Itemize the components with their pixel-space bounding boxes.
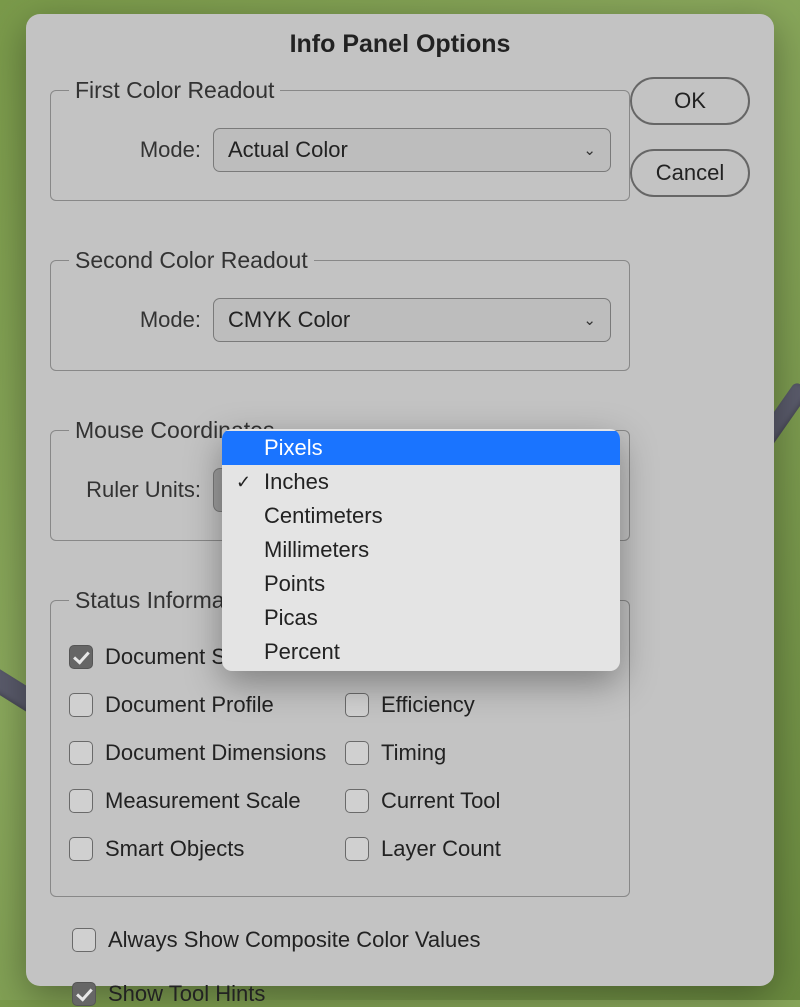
status-label: Measurement Scale <box>105 788 301 814</box>
status-checkbox[interactable] <box>69 741 93 765</box>
status-checkbox[interactable] <box>69 837 93 861</box>
status-checkbox[interactable] <box>345 741 369 765</box>
second-mode-select[interactable]: CMYK Color ⌄ <box>213 298 611 342</box>
ruler-units-dropdown: Pixels✓InchesCentimetersMillimetersPoint… <box>222 429 620 671</box>
dropdown-item[interactable]: Points <box>222 567 620 601</box>
first-color-readout-group: First Color Readout Mode: Actual Color ⌄ <box>50 77 630 201</box>
check-icon: ✓ <box>236 472 251 493</box>
first-color-readout-legend: First Color Readout <box>69 77 280 104</box>
dropdown-item[interactable]: Millimeters <box>222 533 620 567</box>
status-label: Smart Objects <box>105 836 244 862</box>
show-tool-hints-checkbox[interactable] <box>72 982 96 1006</box>
dropdown-item[interactable]: Pixels <box>222 431 620 465</box>
status-checkbox[interactable] <box>345 789 369 813</box>
status-label: Current Tool <box>381 788 500 814</box>
info-panel-options-dialog: Info Panel Options OK Cancel First Color… <box>26 14 774 986</box>
first-mode-value: Actual Color <box>228 137 348 163</box>
first-mode-label: Mode: <box>69 137 201 163</box>
ok-button[interactable]: OK <box>630 77 750 125</box>
second-mode-label: Mode: <box>69 307 201 333</box>
second-color-readout-legend: Second Color Readout <box>69 247 314 274</box>
always-composite-label: Always Show Composite Color Values <box>108 927 481 953</box>
status-label: Timing <box>381 740 446 766</box>
status-checkbox[interactable] <box>69 645 93 669</box>
dropdown-item[interactable]: Percent <box>222 635 620 669</box>
status-checkbox[interactable] <box>69 789 93 813</box>
dropdown-item[interactable]: ✓Inches <box>222 465 620 499</box>
first-mode-select[interactable]: Actual Color ⌄ <box>213 128 611 172</box>
show-tool-hints-label: Show Tool Hints <box>108 981 265 1007</box>
dialog-title: Info Panel Options <box>26 14 774 77</box>
second-mode-value: CMYK Color <box>228 307 350 333</box>
chevron-down-icon: ⌄ <box>583 311 596 329</box>
always-composite-checkbox[interactable] <box>72 928 96 952</box>
second-color-readout-group: Second Color Readout Mode: CMYK Color ⌄ <box>50 247 630 371</box>
chevron-down-icon: ⌄ <box>583 141 596 159</box>
status-checkbox[interactable] <box>345 837 369 861</box>
dropdown-item[interactable]: Centimeters <box>222 499 620 533</box>
dropdown-item[interactable]: Picas <box>222 601 620 635</box>
status-checkbox[interactable] <box>345 693 369 717</box>
status-label: Document Dimensions <box>105 740 326 766</box>
status-label: Layer Count <box>381 836 501 862</box>
status-label: Document Profile <box>105 692 274 718</box>
status-checkbox[interactable] <box>69 693 93 717</box>
status-label: Efficiency <box>381 692 475 718</box>
ruler-units-label: Ruler Units: <box>69 477 201 503</box>
cancel-button[interactable]: Cancel <box>630 149 750 197</box>
